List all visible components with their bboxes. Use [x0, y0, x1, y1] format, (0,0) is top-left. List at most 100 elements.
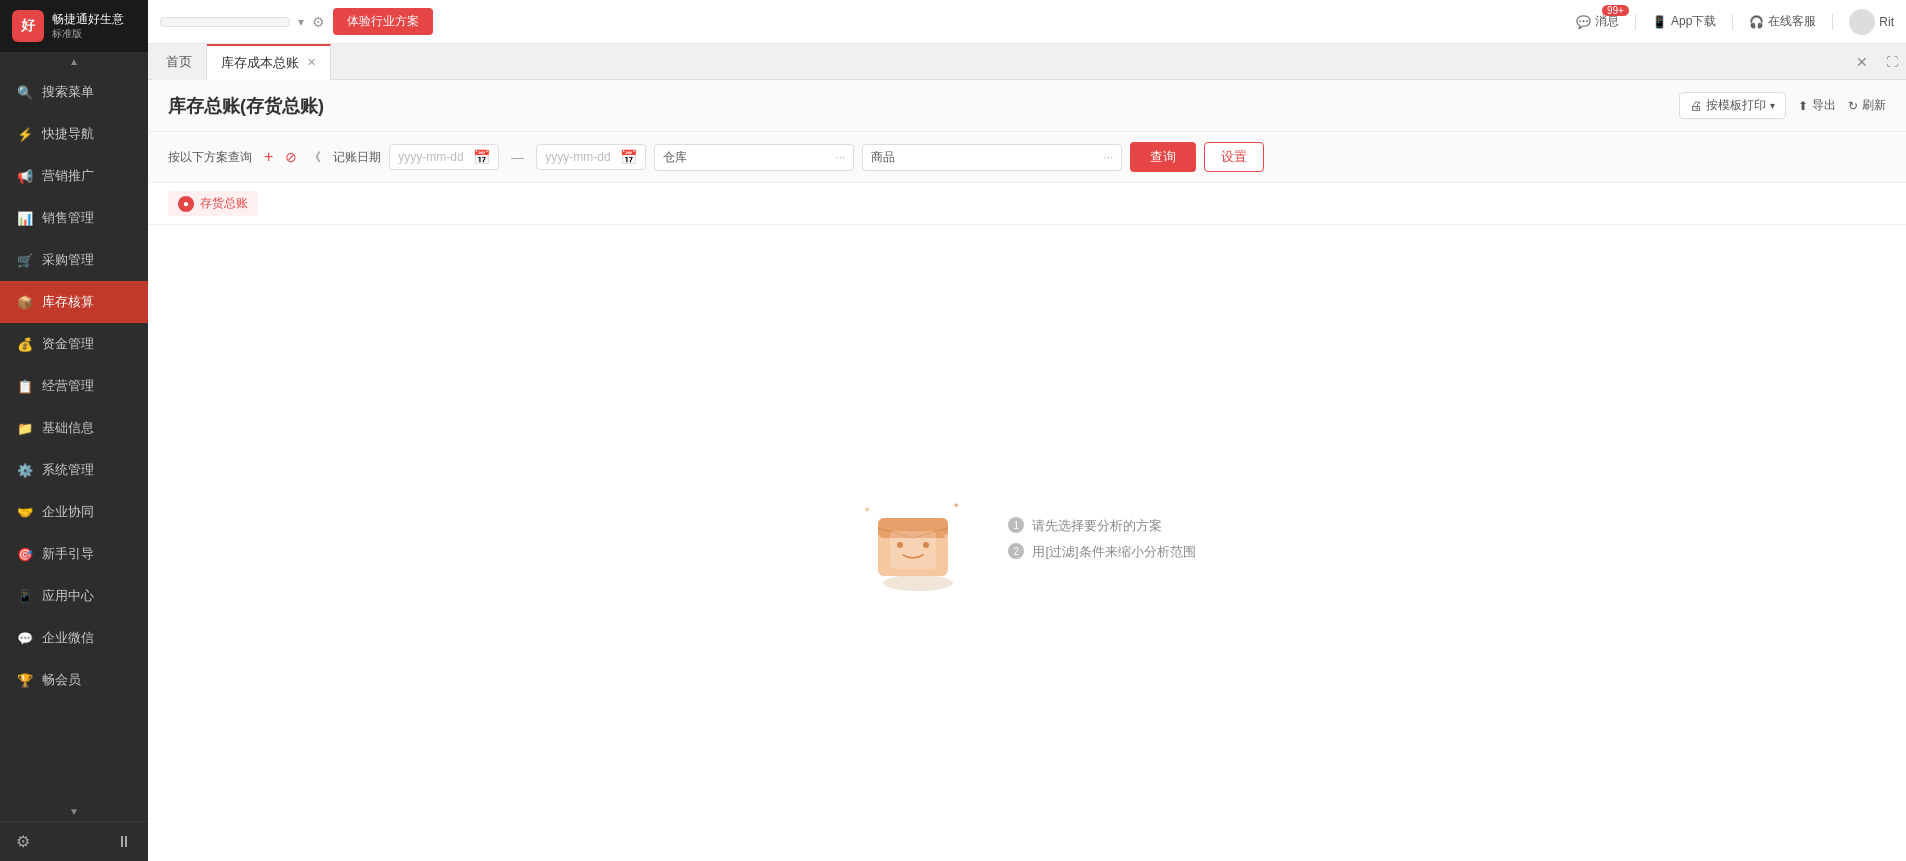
sidebar-item-search-label: 搜索菜单 — [42, 83, 94, 101]
tab-inventory-cost-label: 库存成本总账 — [221, 54, 299, 72]
product-more-icon[interactable]: ··· — [1103, 150, 1113, 164]
sidebar-item-membership[interactable]: 🏆 畅会员 — [0, 659, 148, 701]
date-end-input[interactable]: yyyy-mm-dd 📅 — [536, 144, 646, 170]
date-label: 记账日期 — [333, 149, 381, 166]
schema-item-inventory-ledger[interactable]: ● 存货总账 — [168, 191, 258, 216]
warehouse-more-icon[interactable]: ··· — [835, 150, 845, 164]
refresh-button[interactable]: ↻ 刷新 — [1848, 97, 1886, 114]
export-button[interactable]: ⬆ 导出 — [1798, 97, 1836, 114]
tab-expand-icon[interactable]: ⛶ — [1878, 54, 1906, 69]
sidebar-item-enterprise[interactable]: 🤝 企业协同 — [0, 491, 148, 533]
export-icon: ⬆ — [1798, 99, 1808, 113]
sidebar-item-finance[interactable]: 💰 资金管理 — [0, 323, 148, 365]
sidebar-item-wechat-label: 企业微信 — [42, 629, 94, 647]
topbar-dropdown-arrow[interactable]: ▾ — [298, 15, 304, 29]
sidebar-item-system[interactable]: ⚙️ 系统管理 — [0, 449, 148, 491]
calendar-end-icon[interactable]: 📅 — [620, 149, 637, 165]
filter-collapse-button[interactable]: 《 — [309, 149, 321, 166]
svg-text:✦: ✦ — [943, 533, 948, 539]
app-center-icon: 📱 — [16, 587, 34, 605]
membership-icon: 🏆 — [16, 671, 34, 689]
trial-button[interactable]: 体验行业方案 — [333, 8, 433, 35]
sidebar-item-purchase[interactable]: 🛒 采购管理 — [0, 239, 148, 281]
sidebar: 好 畅捷通好生意 标准版 ▲ 🔍 搜索菜单 ⚡ 快捷导航 📢 营销推广 📊 销售… — [0, 0, 148, 861]
topbar-divider-2 — [1732, 14, 1733, 30]
empty-step-1: 1 请先选择要分析的方案 — [1008, 517, 1195, 535]
filter-label: 按以下方案查询 — [168, 149, 252, 166]
app-download-button[interactable]: 📱 App下载 — [1652, 13, 1716, 30]
filter-toggle-button[interactable]: ⊘ — [285, 149, 297, 165]
print-label: 按模板打印 — [1706, 97, 1766, 114]
sidebar-item-membership-label: 畅会员 — [42, 671, 81, 689]
sales-icon: 📊 — [16, 209, 34, 227]
new-guide-icon: 🎯 — [16, 545, 34, 563]
sidebar-item-operations[interactable]: 📋 经营管理 — [0, 365, 148, 407]
sidebar-item-basic-info[interactable]: 📁 基础信息 — [0, 407, 148, 449]
query-button[interactable]: 查询 — [1130, 142, 1196, 172]
print-icon: 🖨 — [1690, 99, 1702, 113]
empty-step-2: 2 用[过滤]条件来缩小分析范围 — [1008, 543, 1195, 561]
sidebar-item-search[interactable]: 🔍 搜索菜单 — [0, 71, 148, 113]
avatar — [1849, 9, 1875, 35]
message-button[interactable]: 💬 消息 99+ — [1576, 13, 1619, 30]
sidebar-item-wechat[interactable]: 💬 企业微信 — [0, 617, 148, 659]
message-badge: 99+ — [1602, 5, 1629, 16]
sidebar-item-app-center[interactable]: 📱 应用中心 — [0, 575, 148, 617]
sidebar-item-quick-nav[interactable]: ⚡ 快捷导航 — [0, 113, 148, 155]
empty-illustration: ✦ ✦ ✦ — [858, 483, 978, 603]
online-service-button[interactable]: 🎧 在线客服 — [1749, 13, 1816, 30]
sidebar-item-new-guide[interactable]: 🎯 新手引导 — [0, 533, 148, 575]
warehouse-input[interactable]: 仓库 ··· — [654, 144, 854, 171]
sidebar-item-quick-nav-label: 快捷导航 — [42, 125, 94, 143]
sidebar-item-inventory[interactable]: 📦 库存核算 — [0, 281, 148, 323]
sidebar-item-system-label: 系统管理 — [42, 461, 94, 479]
svg-rect-3 — [890, 531, 936, 569]
date-start-input[interactable]: yyyy-mm-dd 📅 — [389, 144, 499, 170]
sidebar-item-app-center-label: 应用中心 — [42, 587, 94, 605]
user-name: Rit — [1879, 15, 1894, 29]
enterprise-icon: 🤝 — [16, 503, 34, 521]
warehouse-label: 仓库 — [663, 149, 687, 166]
sidebar-item-purchase-label: 采购管理 — [42, 251, 94, 269]
filter-add-button[interactable]: + — [264, 148, 273, 166]
topbar-right: 💬 消息 99+ 📱 App下载 🎧 在线客服 Rit — [1576, 9, 1894, 35]
calendar-start-icon[interactable]: 📅 — [473, 149, 490, 165]
print-button[interactable]: 🖨 按模板打印 ▾ — [1679, 92, 1786, 119]
operations-icon: 📋 — [16, 377, 34, 395]
product-input[interactable]: 商品 ··· — [862, 144, 1122, 171]
tab-home[interactable]: 首页 — [152, 44, 207, 80]
tab-close-icon[interactable]: ✕ — [307, 56, 316, 69]
step-1-text: 请先选择要分析的方案 — [1032, 517, 1162, 535]
topbar-divider-1 — [1635, 14, 1636, 30]
page-header: 库存总账(存货总账) 🖨 按模板打印 ▾ ⬆ 导出 ↻ 刷新 — [148, 80, 1906, 132]
quick-nav-icon: ⚡ — [16, 125, 34, 143]
export-label: 导出 — [1812, 97, 1836, 114]
settings-button[interactable]: 设置 — [1204, 142, 1264, 172]
refresh-icon: ↻ — [1848, 99, 1858, 113]
sidebar-item-operations-label: 经营管理 — [42, 377, 94, 395]
sidebar-scroll-up[interactable]: ▲ — [0, 52, 148, 71]
sidebar-scroll-down[interactable]: ▼ — [0, 802, 148, 821]
message-icon: 💬 — [1576, 15, 1591, 29]
sidebar-item-marketing[interactable]: 📢 营销推广 — [0, 155, 148, 197]
tab-inventory-cost[interactable]: 库存成本总账 ✕ — [207, 44, 331, 80]
app-icon: 📱 — [1652, 15, 1667, 29]
settings-icon[interactable]: ⚙ — [16, 832, 30, 851]
print-dropdown-arrow[interactable]: ▾ — [1770, 100, 1775, 111]
user-area[interactable]: Rit — [1849, 9, 1894, 35]
schema-item-label: 存货总账 — [200, 195, 248, 212]
logo-sub-text: 标准版 — [52, 27, 124, 40]
main-area: ▾ ⚙ 体验行业方案 💬 消息 99+ 📱 App下载 🎧 在线客服 — [148, 0, 1906, 861]
filter-row: 按以下方案查询 + ⊘ 《 记账日期 yyyy-mm-dd 📅 — yyyy-m… — [148, 132, 1906, 183]
topbar-gear-icon[interactable]: ⚙ — [312, 14, 325, 30]
marketing-icon: 📢 — [16, 167, 34, 185]
sidebar-item-sales[interactable]: 📊 销售管理 — [0, 197, 148, 239]
collapse-icon[interactable]: ⏸ — [116, 833, 132, 851]
svg-text:✦: ✦ — [953, 501, 960, 510]
product-label: 商品 — [871, 149, 895, 166]
step-1-number: 1 — [1008, 517, 1024, 533]
schema-icon-inventory: ● — [178, 196, 194, 212]
empty-svg: ✦ ✦ ✦ — [858, 483, 978, 603]
filter-inputs: 记账日期 yyyy-mm-dd 📅 — yyyy-mm-dd 📅 仓库 ··· … — [333, 142, 1886, 172]
tab-close-all[interactable]: ✕ — [1846, 54, 1878, 70]
